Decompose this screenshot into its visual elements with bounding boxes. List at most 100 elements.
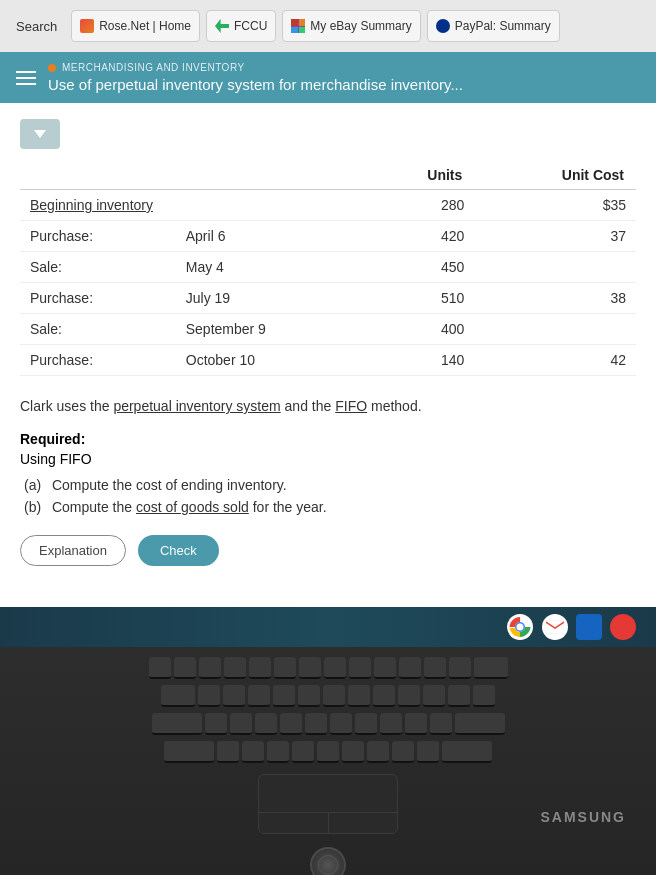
- laptop-shell: Search Rose.Net | Home FCCU My eBay Summ…: [0, 0, 656, 875]
- key[interactable]: [442, 741, 492, 763]
- blue-taskbar-icon[interactable]: [576, 614, 602, 640]
- row-purchase2-cost: 38: [474, 283, 636, 314]
- key[interactable]: [298, 685, 320, 707]
- key[interactable]: [305, 713, 327, 735]
- row-sale1-date: May 4: [176, 252, 364, 283]
- row-purchase1-label: Purchase:: [20, 221, 176, 252]
- key[interactable]: [348, 685, 370, 707]
- key[interactable]: [274, 657, 296, 679]
- key[interactable]: [317, 741, 339, 763]
- key[interactable]: [330, 713, 352, 735]
- key-backspace[interactable]: [474, 657, 508, 679]
- ebay-favicon: [291, 19, 305, 33]
- tab-bar: Search Rose.Net | Home FCCU My eBay Summ…: [0, 0, 656, 52]
- key[interactable]: [292, 741, 314, 763]
- question-b-label: (b): [24, 499, 48, 515]
- perpetual-inventory-link[interactable]: perpetual inventory system: [113, 398, 280, 414]
- beginning-inventory-link[interactable]: Beginning inventory: [30, 197, 153, 213]
- row-sale2-date: September 9: [176, 314, 364, 345]
- tab-ebay[interactable]: My eBay Summary: [282, 10, 420, 42]
- home-button-inner: [318, 855, 338, 875]
- key[interactable]: [417, 741, 439, 763]
- key[interactable]: [380, 713, 402, 735]
- key[interactable]: [355, 713, 377, 735]
- check-button[interactable]: Check: [138, 535, 219, 566]
- key[interactable]: [199, 657, 221, 679]
- key[interactable]: [230, 713, 252, 735]
- row-sale1-cost: [474, 252, 636, 283]
- key[interactable]: [373, 685, 395, 707]
- question-a-label: (a): [24, 477, 48, 493]
- key[interactable]: [267, 741, 289, 763]
- key[interactable]: [424, 657, 446, 679]
- explanation-button[interactable]: Explanation: [20, 535, 126, 566]
- key[interactable]: [374, 657, 396, 679]
- key[interactable]: [324, 657, 346, 679]
- keyboard-body: [0, 647, 656, 875]
- list-item: (a) Compute the cost of ending inventory…: [20, 477, 636, 493]
- touchpad-left-button[interactable]: [259, 813, 329, 833]
- key[interactable]: [430, 713, 452, 735]
- key[interactable]: [198, 685, 220, 707]
- table-row: Purchase: April 6 420 37: [20, 221, 636, 252]
- key[interactable]: [323, 685, 345, 707]
- red-taskbar-icon[interactable]: [610, 614, 636, 640]
- key[interactable]: [449, 657, 471, 679]
- key[interactable]: [224, 657, 246, 679]
- row-purchase1-units: 420: [364, 221, 475, 252]
- key[interactable]: [473, 685, 495, 707]
- tab-fccu[interactable]: FCCU: [206, 10, 276, 42]
- key[interactable]: [280, 713, 302, 735]
- key[interactable]: [448, 685, 470, 707]
- key[interactable]: [242, 741, 264, 763]
- chrome-taskbar-icon[interactable]: [506, 613, 534, 641]
- touchpad-right-button[interactable]: [329, 813, 398, 833]
- gmail-taskbar-icon[interactable]: [542, 614, 568, 640]
- hamburger-line-1: [16, 71, 36, 73]
- tab-rosenet[interactable]: Rose.Net | Home: [71, 10, 200, 42]
- touchpad-buttons: [259, 812, 397, 833]
- key[interactable]: [367, 741, 389, 763]
- key[interactable]: [349, 657, 371, 679]
- key[interactable]: [164, 741, 214, 763]
- key[interactable]: [399, 657, 421, 679]
- touchpad[interactable]: [258, 774, 398, 834]
- row-sale2-label: Sale:: [20, 314, 176, 345]
- key[interactable]: [248, 685, 270, 707]
- key[interactable]: [255, 713, 277, 735]
- table-row: Sale: September 9 400: [20, 314, 636, 345]
- key[interactable]: [398, 685, 420, 707]
- key[interactable]: [174, 657, 196, 679]
- col-header-units: Units: [364, 161, 475, 190]
- key[interactable]: [299, 657, 321, 679]
- home-button[interactable]: [310, 847, 346, 875]
- col-header-cost: Unit Cost: [474, 161, 636, 190]
- key[interactable]: [223, 685, 245, 707]
- key[interactable]: [342, 741, 364, 763]
- key[interactable]: [273, 685, 295, 707]
- key[interactable]: [392, 741, 414, 763]
- key-tab[interactable]: [161, 685, 195, 707]
- screen-area: Search Rose.Net | Home FCCU My eBay Summ…: [0, 0, 656, 620]
- key-enter[interactable]: [455, 713, 505, 735]
- key-row-2: [161, 685, 495, 707]
- key[interactable]: [405, 713, 427, 735]
- svg-rect-2: [546, 620, 564, 634]
- tab-paypal[interactable]: PayPal: Summary: [427, 10, 560, 42]
- cogs-link[interactable]: cost of goods sold: [136, 499, 249, 515]
- key[interactable]: [217, 741, 239, 763]
- tab-search[interactable]: Search: [8, 19, 65, 34]
- key-row-3: [152, 713, 505, 735]
- dropdown-button[interactable]: [20, 119, 60, 149]
- key-caps[interactable]: [152, 713, 202, 735]
- row-purchase2-date: July 19: [176, 283, 364, 314]
- required-section: Required: Using FIFO: [20, 431, 636, 467]
- row-purchase1-cost: 37: [474, 221, 636, 252]
- key[interactable]: [249, 657, 271, 679]
- key[interactable]: [149, 657, 171, 679]
- key[interactable]: [423, 685, 445, 707]
- hamburger-menu[interactable]: [16, 71, 36, 85]
- orange-dot-icon: [48, 64, 56, 72]
- fifo-link[interactable]: FIFO: [335, 398, 367, 414]
- key[interactable]: [205, 713, 227, 735]
